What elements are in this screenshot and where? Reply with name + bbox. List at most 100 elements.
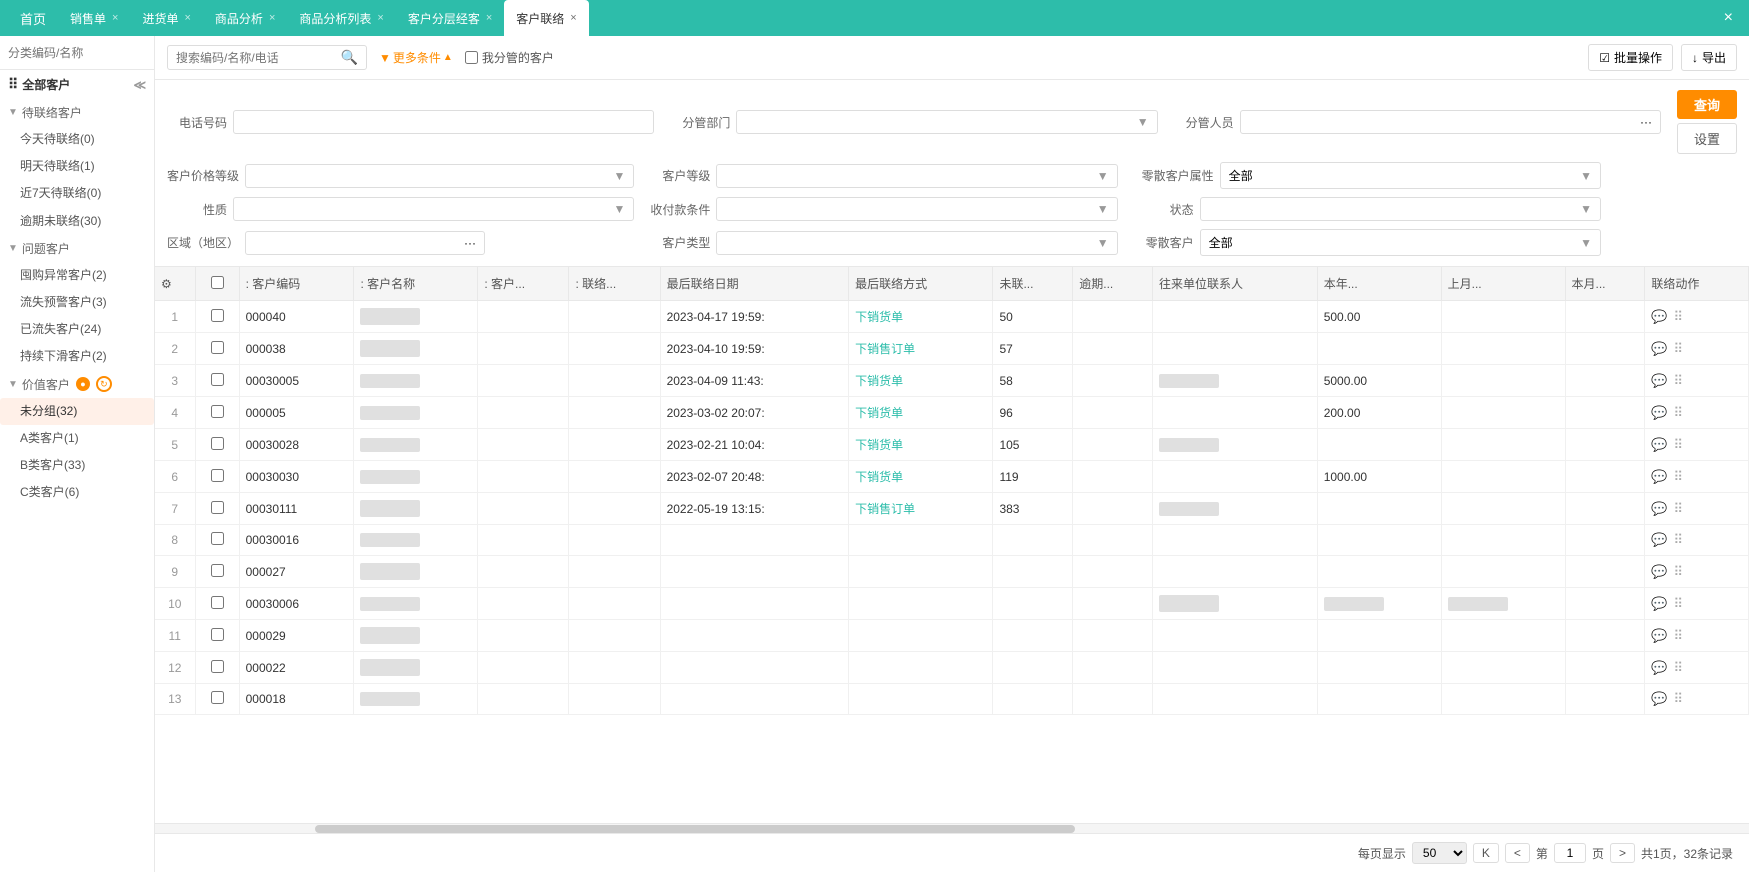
row-select-checkbox[interactable] (211, 628, 224, 641)
row-checkbox[interactable] (195, 429, 239, 461)
query-button[interactable]: 查询 (1677, 90, 1737, 119)
filter-customer-level-select[interactable]: ▼ (716, 164, 1117, 188)
action-chat-icon[interactable]: 💬 (1651, 373, 1667, 389)
filter-status-select[interactable]: ▼ (1200, 197, 1601, 221)
first-page-button[interactable]: K (1473, 843, 1499, 863)
sidebar-group-value[interactable]: ▼ 价值客户 ● ↻ (0, 371, 154, 398)
row-select-checkbox[interactable] (211, 532, 224, 545)
filter-customer-type-select[interactable]: ▼ (716, 231, 1117, 255)
sidebar-group-pending[interactable]: ▼ 待联络客户 (0, 99, 154, 126)
sidebar-search-input[interactable] (8, 46, 155, 60)
action-grid-icon[interactable]: ⠿ (1674, 341, 1684, 357)
sidebar-item-ungroup[interactable]: 未分组(32) (0, 398, 154, 425)
sidebar-item-churn-warning[interactable]: 流失预警客户(3) (0, 289, 154, 316)
filter-zero-customer-select[interactable]: 全部 ▼ (1200, 229, 1601, 256)
row-checkbox[interactable] (195, 620, 239, 652)
sidebar-item-class-a[interactable]: A类客户(1) (0, 425, 154, 452)
filter-person-select[interactable]: ··· (1240, 110, 1661, 134)
page-size-select[interactable]: 50 20 100 (1412, 842, 1467, 864)
tab-close-product-analysis[interactable]: × (269, 12, 275, 24)
action-grid-icon[interactable]: ⠿ (1674, 564, 1684, 580)
action-chat-icon[interactable]: 💬 (1651, 660, 1667, 676)
tab-close-sales[interactable]: × (112, 12, 118, 24)
sidebar-item-stockpile[interactable]: 囤购异常客户(2) (0, 262, 154, 289)
contact-type-link[interactable]: 下销货单 (855, 406, 903, 420)
row-select-checkbox[interactable] (211, 341, 224, 354)
my-customers-checkbox[interactable] (465, 51, 478, 64)
reset-button[interactable]: 设置 (1677, 123, 1737, 154)
sidebar-item-class-b[interactable]: B类客户(33) (0, 452, 154, 479)
row-select-checkbox[interactable] (211, 309, 224, 322)
action-grid-icon[interactable]: ⠿ (1674, 532, 1684, 548)
action-chat-icon[interactable]: 💬 (1651, 341, 1667, 357)
row-checkbox[interactable] (195, 525, 239, 556)
tab-close-customer-contact[interactable]: × (570, 12, 576, 24)
row-checkbox[interactable] (195, 684, 239, 715)
search-icon[interactable]: 🔍 (341, 49, 358, 66)
sidebar-group-problem[interactable]: ▼ 问题客户 (0, 235, 154, 262)
row-checkbox[interactable] (195, 333, 239, 365)
th-settings[interactable]: ⚙ (155, 267, 195, 301)
contact-type-link[interactable]: 下销货单 (855, 470, 903, 484)
action-chat-icon[interactable]: 💬 (1651, 501, 1667, 517)
sidebar-item-7days[interactable]: 近7天待联络(0) (0, 180, 154, 207)
action-chat-icon[interactable]: 💬 (1651, 437, 1667, 453)
row-select-checkbox[interactable] (211, 405, 224, 418)
action-chat-icon[interactable]: 💬 (1651, 309, 1667, 325)
row-checkbox[interactable] (195, 588, 239, 620)
row-select-checkbox[interactable] (211, 437, 224, 450)
filter-phone-input[interactable] (233, 110, 654, 134)
filter-price-level-select[interactable]: ▼ (245, 164, 634, 188)
sidebar-item-class-c[interactable]: C类客户(6) (0, 479, 154, 506)
row-select-checkbox[interactable] (211, 469, 224, 482)
filter-my-customers[interactable]: 我分管的客户 (465, 49, 554, 66)
sidebar-all-customers[interactable]: ⠿ 全部客户 ≪ (0, 70, 154, 99)
tab-product-analysis-list[interactable]: 商品分析列表 × (287, 0, 395, 36)
row-checkbox[interactable] (195, 397, 239, 429)
contact-type-link[interactable]: 下销货单 (855, 310, 903, 324)
action-grid-icon[interactable]: ⠿ (1674, 596, 1684, 612)
action-grid-icon[interactable]: ⠿ (1674, 437, 1684, 453)
tab-close-customer-segmentation[interactable]: × (486, 12, 492, 24)
contact-type-link[interactable]: 下销售订单 (855, 502, 915, 516)
contact-type-link[interactable]: 下销货单 (855, 374, 903, 388)
row-select-checkbox[interactable] (211, 660, 224, 673)
close-window-button[interactable]: × (1716, 9, 1741, 27)
tab-close-product-analysis-list[interactable]: × (377, 12, 383, 24)
export-button[interactable]: ↓ 导出 (1681, 44, 1737, 71)
sidebar-item-lost[interactable]: 已流失客户(24) (0, 316, 154, 343)
batch-operation-button[interactable]: ☑ 批量操作 (1588, 44, 1673, 71)
contact-type-link[interactable]: 下销货单 (855, 438, 903, 452)
prev-page-button[interactable]: < (1505, 843, 1530, 863)
row-select-checkbox[interactable] (211, 691, 224, 704)
action-grid-icon[interactable]: ⠿ (1674, 660, 1684, 676)
contact-type-link[interactable]: 下销售订单 (855, 342, 915, 356)
row-checkbox[interactable] (195, 493, 239, 525)
row-checkbox[interactable] (195, 461, 239, 493)
sidebar-item-overdue[interactable]: 逾期未联络(30) (0, 208, 154, 235)
row-select-checkbox[interactable] (211, 373, 224, 386)
filter-dept-select[interactable]: ▼ (736, 110, 1157, 134)
filter-zero-attr-select[interactable]: 全部 ▼ (1220, 162, 1601, 189)
action-grid-icon[interactable]: ⠿ (1674, 469, 1684, 485)
row-select-checkbox[interactable] (211, 596, 224, 609)
tab-sales[interactable]: 销售单 × (58, 0, 130, 36)
scrollbar-thumb[interactable] (315, 825, 1075, 833)
tab-close-purchase[interactable]: × (184, 12, 190, 24)
action-chat-icon[interactable]: 💬 (1651, 532, 1667, 548)
row-checkbox[interactable] (195, 556, 239, 588)
row-checkbox[interactable] (195, 365, 239, 397)
action-grid-icon[interactable]: ⠿ (1674, 405, 1684, 421)
action-grid-icon[interactable]: ⠿ (1674, 501, 1684, 517)
page-input[interactable] (1554, 843, 1586, 863)
action-chat-icon[interactable]: 💬 (1651, 564, 1667, 580)
sidebar-collapse-button[interactable]: ≪ (133, 78, 146, 92)
sidebar-item-today[interactable]: 今天待联络(0) (0, 126, 154, 153)
tab-product-analysis[interactable]: 商品分析 × (203, 0, 287, 36)
next-page-button[interactable]: > (1610, 843, 1635, 863)
action-grid-icon[interactable]: ⠿ (1674, 628, 1684, 644)
tab-customer-segmentation[interactable]: 客户分层经客 × (396, 0, 504, 36)
search-input[interactable] (176, 51, 337, 65)
action-chat-icon[interactable]: 💬 (1651, 405, 1667, 421)
action-chat-icon[interactable]: 💬 (1651, 596, 1667, 612)
